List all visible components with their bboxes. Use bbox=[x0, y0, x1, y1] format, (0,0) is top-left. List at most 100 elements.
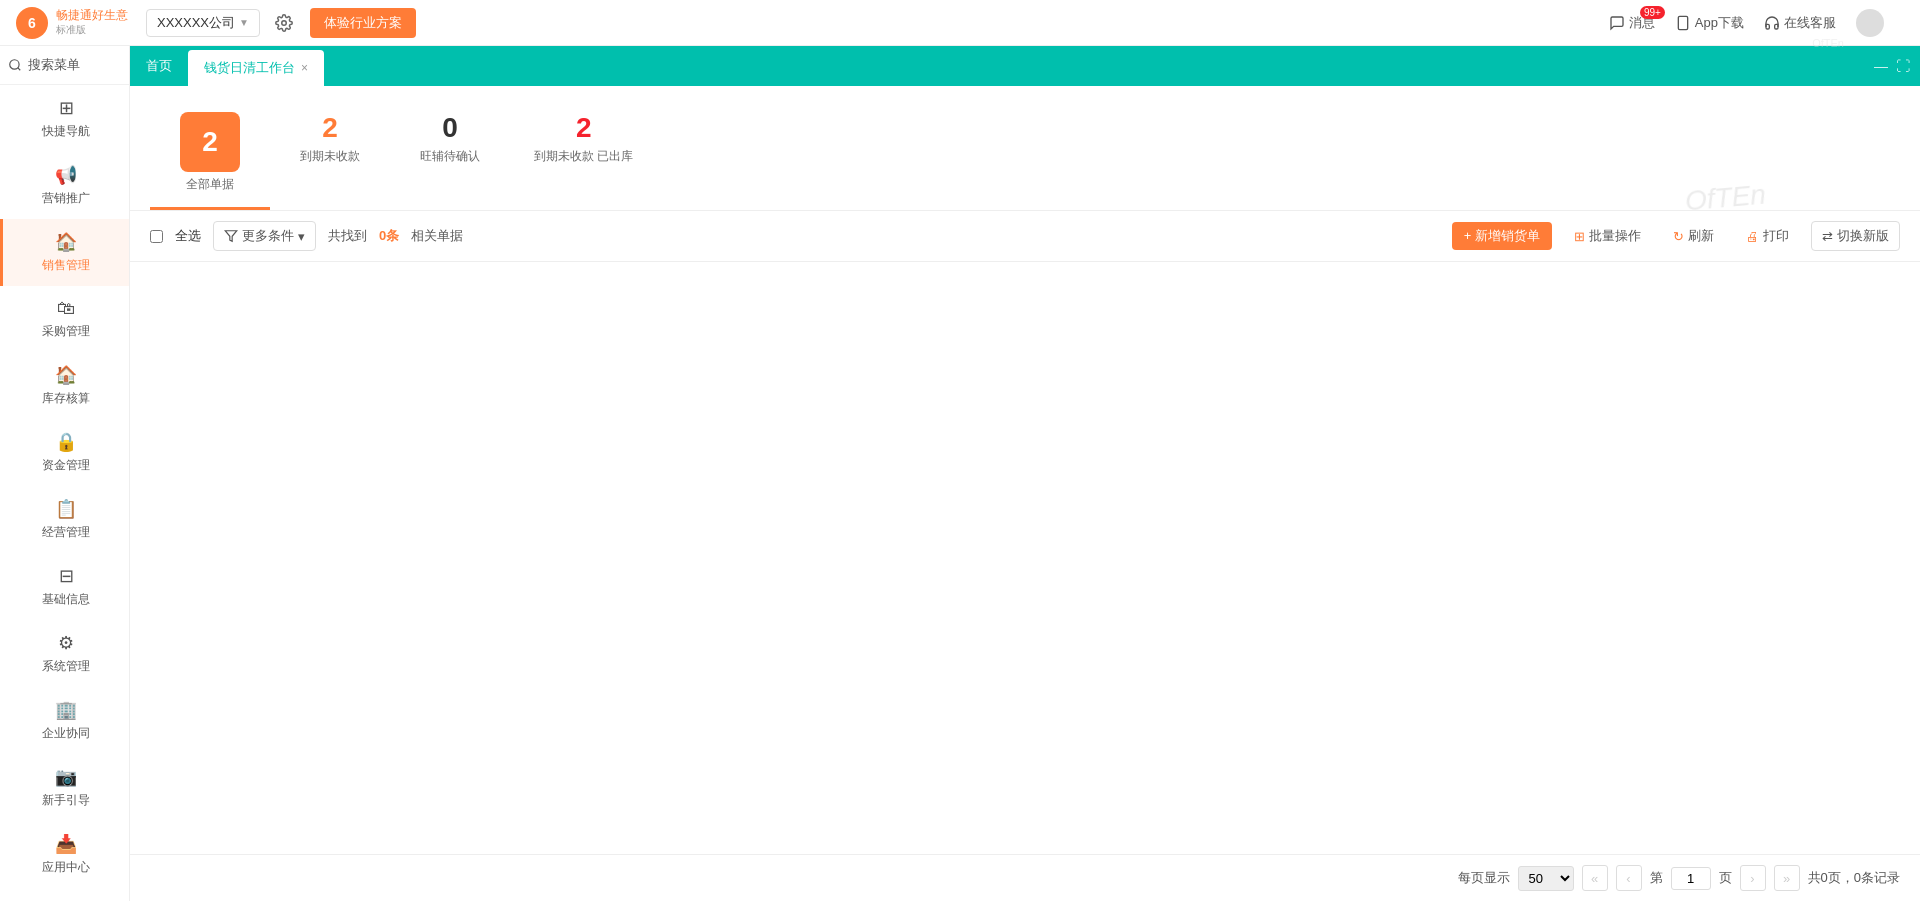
tab-expand-icon[interactable]: ⛶ bbox=[1896, 58, 1910, 74]
select-all-checkbox[interactable] bbox=[150, 230, 163, 243]
stat-overdue-shipped[interactable]: 2 到期未收款 已出库 bbox=[510, 102, 657, 210]
company-selector[interactable]: XXXXXX公司 ▼ bbox=[146, 9, 260, 37]
page-number-input[interactable] bbox=[1671, 867, 1711, 890]
system-icon: ⚙ bbox=[58, 632, 74, 654]
switch-version-button[interactable]: ⇄ 切换新版 bbox=[1811, 221, 1900, 251]
last-page-button[interactable]: » bbox=[1774, 865, 1800, 891]
sidebar-item-finance[interactable]: 🔒 资金管理 bbox=[0, 419, 129, 486]
batch-icon: ⊞ bbox=[1574, 229, 1585, 244]
stat-all-label: 全部单据 bbox=[186, 176, 234, 193]
sidebar-search[interactable]: 搜索菜单 bbox=[0, 46, 129, 85]
sidebar-label-quick-nav: 快捷导航 bbox=[42, 123, 90, 140]
stat-wangwang-num: 0 bbox=[442, 112, 458, 144]
stat-overdue-shipped-label: 到期未收款 已出库 bbox=[534, 148, 633, 165]
appstore-icon: 📥 bbox=[55, 833, 77, 855]
sidebar-label-purchase: 采购管理 bbox=[42, 323, 90, 340]
sidebar-label-system: 系统管理 bbox=[42, 658, 90, 675]
sidebar-label-inventory: 库存核算 bbox=[42, 390, 90, 407]
avatar[interactable] bbox=[1856, 9, 1884, 37]
sidebar-item-wecom[interactable]: 💬 企业微信 bbox=[0, 888, 129, 901]
content-area: 首页 钱货日清工作台 × — ⛶ 2 全部单据 2 到期未收款 bbox=[130, 46, 1920, 901]
svg-rect-1 bbox=[1678, 16, 1687, 29]
message-badge: 99+ bbox=[1640, 6, 1665, 19]
sidebar: 搜索菜单 ⊞ 快捷导航 📢 营销推广 🏠 销售管理 🛍 采购管理 🏠 库存核算 … bbox=[0, 46, 130, 901]
stat-all-num: 2 bbox=[180, 112, 240, 172]
header-right: 消息 99+ App下载 在线客服 OfTEn bbox=[1609, 9, 1904, 37]
found-prefix: 共找到 bbox=[328, 227, 367, 245]
tab-close-icon[interactable]: × bbox=[301, 61, 308, 75]
per-page-label: 每页显示 bbox=[1458, 869, 1510, 887]
found-count: 0条 bbox=[379, 227, 399, 245]
next-page-button[interactable]: › bbox=[1740, 865, 1766, 891]
enterprise-icon: 🏢 bbox=[55, 699, 77, 721]
sidebar-item-quick-nav[interactable]: ⊞ 快捷导航 bbox=[0, 85, 129, 152]
online-service-btn[interactable]: 在线客服 bbox=[1764, 14, 1836, 32]
stat-overdue-label: 到期未收款 bbox=[300, 148, 360, 165]
sidebar-label-appstore: 应用中心 bbox=[42, 859, 90, 876]
tab-home[interactable]: 首页 bbox=[130, 46, 188, 86]
sidebar-search-label: 搜索菜单 bbox=[28, 56, 80, 74]
trial-button[interactable]: 体验行业方案 bbox=[310, 8, 416, 38]
batch-operation-button[interactable]: ⊞ 批量操作 bbox=[1564, 222, 1651, 250]
tab-workbench-label: 钱货日清工作台 bbox=[204, 59, 295, 77]
sidebar-label-base: 基础信息 bbox=[42, 591, 90, 608]
refresh-icon: ↻ bbox=[1673, 229, 1684, 244]
prev-page-button[interactable]: ‹ bbox=[1616, 865, 1642, 891]
tab-bar: 首页 钱货日清工作台 × — ⛶ bbox=[130, 46, 1920, 86]
sidebar-item-appstore[interactable]: 📥 应用中心 bbox=[0, 821, 129, 888]
first-page-button[interactable]: « bbox=[1582, 865, 1608, 891]
logo-sub: 标准版 bbox=[56, 23, 128, 37]
sidebar-item-sales[interactable]: 🏠 销售管理 bbox=[0, 219, 129, 286]
logo-icon: 6 bbox=[16, 7, 48, 39]
batch-label: 批量操作 bbox=[1589, 227, 1641, 245]
online-service-label: 在线客服 bbox=[1784, 14, 1836, 32]
sidebar-item-system[interactable]: ⚙ 系统管理 bbox=[0, 620, 129, 687]
filter-arrow: ▾ bbox=[298, 229, 305, 244]
add-sales-order-button[interactable]: + 新增销货单 bbox=[1452, 222, 1552, 250]
message-btn[interactable]: 消息 99+ bbox=[1609, 14, 1655, 32]
sidebar-label-enterprise: 企业协同 bbox=[42, 725, 90, 742]
stats-area: 2 全部单据 2 到期未收款 0 旺辅待确认 2 到期未收款 已出库 bbox=[130, 86, 1920, 211]
select-all-label: 全选 bbox=[175, 227, 201, 245]
found-suffix: 相关单据 bbox=[411, 227, 463, 245]
print-button[interactable]: 🖨 打印 bbox=[1736, 222, 1799, 250]
refresh-label: 刷新 bbox=[1688, 227, 1714, 245]
stat-overdue[interactable]: 2 到期未收款 bbox=[270, 102, 390, 210]
stat-wangwang[interactable]: 0 旺辅待确认 bbox=[390, 102, 510, 210]
total-label: 共0页，0条记录 bbox=[1808, 869, 1900, 887]
add-label: + 新增销货单 bbox=[1464, 227, 1540, 245]
table-area bbox=[130, 262, 1920, 854]
sidebar-item-purchase[interactable]: 🛍 采购管理 bbox=[0, 286, 129, 352]
page-content: 2 全部单据 2 到期未收款 0 旺辅待确认 2 到期未收款 已出库 bbox=[130, 86, 1920, 901]
tab-workbench[interactable]: 钱货日清工作台 × bbox=[188, 50, 324, 86]
app-download-btn[interactable]: App下载 bbox=[1675, 14, 1744, 32]
toolbar: 全选 更多条件 ▾ 共找到 0条 相关单据 + 新增销货单 ⊞ 批量操作 bbox=[130, 211, 1920, 262]
refresh-button[interactable]: ↻ 刷新 bbox=[1663, 222, 1724, 250]
settings-icon[interactable] bbox=[270, 9, 298, 37]
app-download-label: App下载 bbox=[1695, 14, 1744, 32]
toolbar-right: + 新增销货单 ⊞ 批量操作 ↻ 刷新 🖨 打印 ⇄ bbox=[1452, 221, 1900, 251]
inventory-icon: 🏠 bbox=[55, 364, 77, 386]
sidebar-item-newbie[interactable]: 📷 新手引导 bbox=[0, 754, 129, 821]
tab-minimize-icon[interactable]: — bbox=[1874, 58, 1888, 74]
switch-label: 切换新版 bbox=[1837, 227, 1889, 245]
print-icon: 🖨 bbox=[1746, 229, 1759, 244]
logo-area: 6 畅捷通好生意 标准版 bbox=[16, 7, 146, 39]
sidebar-item-marketing[interactable]: 📢 营销推广 bbox=[0, 152, 129, 219]
sidebar-item-base[interactable]: ⊟ 基础信息 bbox=[0, 553, 129, 620]
stat-all[interactable]: 2 全部单据 bbox=[150, 102, 270, 210]
sidebar-item-operations[interactable]: 📋 经营管理 bbox=[0, 486, 129, 553]
per-page-select[interactable]: 50 100 200 bbox=[1518, 866, 1574, 891]
sidebar-item-inventory[interactable]: 🏠 库存核算 bbox=[0, 352, 129, 419]
page-label: 第 bbox=[1650, 869, 1663, 887]
company-name: XXXXXX公司 bbox=[157, 14, 235, 32]
tab-bar-actions: — ⛶ bbox=[1874, 58, 1920, 74]
switch-icon: ⇄ bbox=[1822, 229, 1833, 244]
logo-name: 畅捷通好生意 bbox=[56, 8, 128, 22]
sales-icon: 🏠 bbox=[55, 231, 77, 253]
sidebar-item-enterprise[interactable]: 🏢 企业协同 bbox=[0, 687, 129, 754]
filter-button[interactable]: 更多条件 ▾ bbox=[213, 221, 316, 251]
stat-wangwang-label: 旺辅待确认 bbox=[420, 148, 480, 165]
stat-overdue-num: 2 bbox=[322, 112, 338, 144]
svg-line-4 bbox=[18, 68, 21, 71]
